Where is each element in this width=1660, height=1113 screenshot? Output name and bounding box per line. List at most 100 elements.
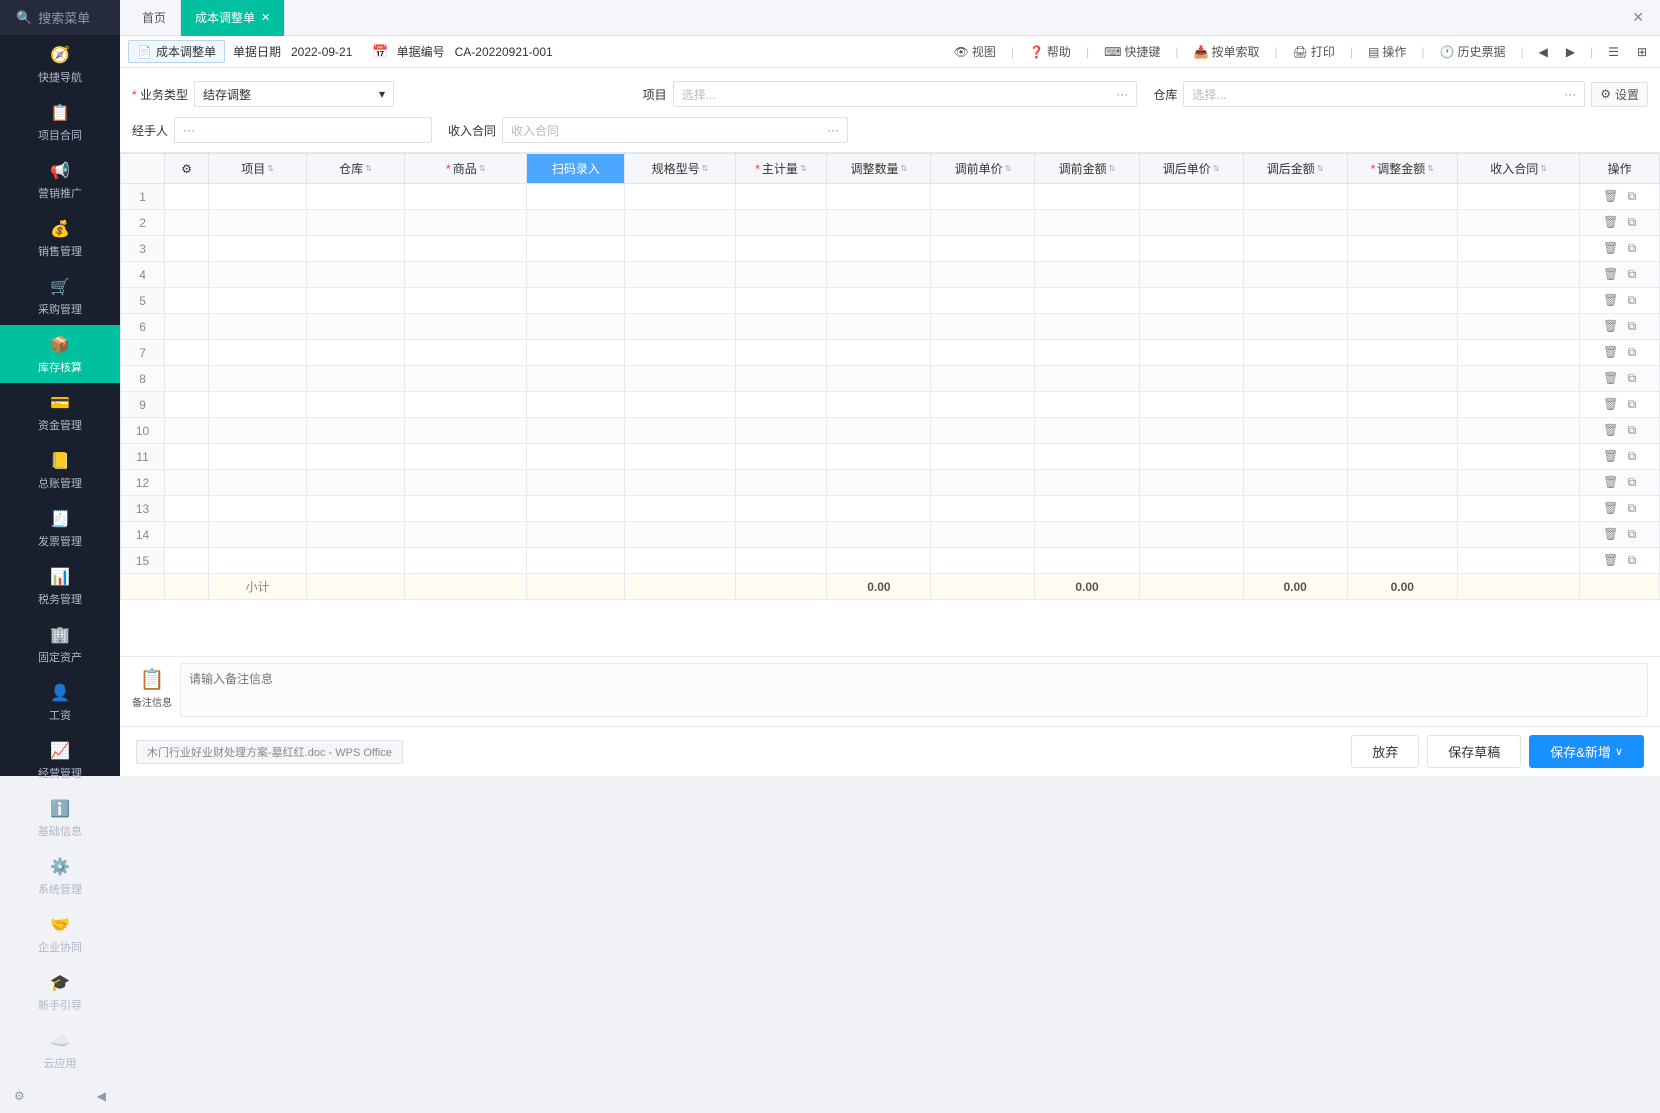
row-adjust-qty-8[interactable] — [827, 366, 931, 392]
row-copy-icon-4[interactable]: ⧉ — [1628, 267, 1637, 281]
tab-cost-adjust[interactable]: 成本调整单 ✕ — [181, 0, 285, 36]
row-prev-amount-1[interactable] — [1035, 184, 1139, 210]
row-after-amount-5[interactable] — [1243, 288, 1347, 314]
row-prev-amount-5[interactable] — [1035, 288, 1139, 314]
col-adjust-amount-header[interactable]: *调整金额 ⇅ — [1347, 154, 1457, 184]
row-spec-9[interactable] — [625, 392, 735, 418]
row-goods-15[interactable] — [405, 548, 527, 574]
sidebar-item-salary[interactable]: 👤 工资 — [0, 673, 120, 731]
row-spec-14[interactable] — [625, 522, 735, 548]
row-scan-14[interactable] — [527, 522, 625, 548]
row-adjust-amount-6[interactable] — [1347, 314, 1457, 340]
row-scan-5[interactable] — [527, 288, 625, 314]
row-after-unit-price-9[interactable] — [1139, 392, 1243, 418]
row-adjust-qty-4[interactable] — [827, 262, 931, 288]
row-scan-4[interactable] — [527, 262, 625, 288]
row-copy-icon-2[interactable]: ⧉ — [1628, 215, 1637, 229]
row-adjust-amount-3[interactable] — [1347, 236, 1457, 262]
row-adjust-qty-12[interactable] — [827, 470, 931, 496]
dots-project[interactable]: ··· — [1116, 87, 1128, 101]
row-delete-icon-12[interactable]: 🗑 — [1603, 475, 1618, 489]
row-prev-amount-10[interactable] — [1035, 418, 1139, 444]
row-adjust-qty-15[interactable] — [827, 548, 931, 574]
row-project-2[interactable] — [209, 210, 307, 236]
row-after-amount-14[interactable] — [1243, 522, 1347, 548]
row-warehouse-5[interactable] — [307, 288, 405, 314]
sidebar-item-guide[interactable]: 🎓 新手引导 — [0, 963, 120, 1021]
col-prev-unit-price-header[interactable]: 调前单价 ⇅ — [931, 154, 1035, 184]
row-goods-11[interactable] — [405, 444, 527, 470]
row-after-unit-price-8[interactable] — [1139, 366, 1243, 392]
sidebar-item-cloud[interactable]: ☁️ 云应用 — [0, 1021, 120, 1079]
row-after-amount-13[interactable] — [1243, 496, 1347, 522]
row-after-unit-price-3[interactable] — [1139, 236, 1243, 262]
row-scan-12[interactable] — [527, 470, 625, 496]
row-adjust-amount-15[interactable] — [1347, 548, 1457, 574]
row-spec-12[interactable] — [625, 470, 735, 496]
row-unit-13[interactable] — [735, 496, 827, 522]
row-spec-4[interactable] — [625, 262, 735, 288]
row-warehouse-15[interactable] — [307, 548, 405, 574]
dots-warehouse[interactable]: ··· — [1564, 87, 1576, 101]
row-warehouse-2[interactable] — [307, 210, 405, 236]
row-delete-icon-4[interactable]: 🗑 — [1603, 267, 1618, 281]
row-copy-icon-11[interactable]: ⧉ — [1628, 449, 1637, 463]
row-delete-icon-13[interactable]: 🗑 — [1603, 501, 1618, 515]
row-copy-icon-6[interactable]: ⧉ — [1628, 319, 1637, 333]
row-prev-amount-3[interactable] — [1035, 236, 1139, 262]
sidebar-item-system[interactable]: ⚙️ 系统管理 — [0, 847, 120, 905]
row-delete-icon-15[interactable]: 🗑 — [1603, 553, 1618, 567]
row-scan-10[interactable] — [527, 418, 625, 444]
row-goods-8[interactable] — [405, 366, 527, 392]
batch-button[interactable]: 📥 按单索取 — [1189, 41, 1265, 62]
row-warehouse-14[interactable] — [307, 522, 405, 548]
collapse-icon[interactable]: ◀ — [97, 1089, 106, 1103]
row-project-10[interactable] — [209, 418, 307, 444]
row-warehouse-6[interactable] — [307, 314, 405, 340]
save-draft-button[interactable]: 保存草稿 — [1427, 735, 1521, 768]
row-prev-unit-price-5[interactable] — [931, 288, 1035, 314]
row-delete-icon-3[interactable]: 🗑 — [1603, 241, 1618, 255]
row-warehouse-10[interactable] — [307, 418, 405, 444]
save-new-button[interactable]: 保存&新增 ∨ — [1529, 735, 1644, 768]
row-spec-1[interactable] — [625, 184, 735, 210]
row-prev-amount-4[interactable] — [1035, 262, 1139, 288]
col-scan-header[interactable]: 扫码录入 — [527, 154, 625, 184]
row-adjust-amount-9[interactable] — [1347, 392, 1457, 418]
row-prev-unit-price-4[interactable] — [931, 262, 1035, 288]
row-prev-amount-15[interactable] — [1035, 548, 1139, 574]
row-project-15[interactable] — [209, 548, 307, 574]
row-scan-8[interactable] — [527, 366, 625, 392]
row-prev-unit-price-2[interactable] — [931, 210, 1035, 236]
row-unit-12[interactable] — [735, 470, 827, 496]
sidebar-item-finance[interactable]: 💳 资金管理 — [0, 383, 120, 441]
row-spec-13[interactable] — [625, 496, 735, 522]
row-income-contract-4[interactable] — [1457, 262, 1579, 288]
row-warehouse-8[interactable] — [307, 366, 405, 392]
row-spec-8[interactable] — [625, 366, 735, 392]
business-type-select[interactable]: 结存调整 ▾ — [194, 81, 394, 107]
row-goods-5[interactable] — [405, 288, 527, 314]
row-income-contract-5[interactable] — [1457, 288, 1579, 314]
sidebar-item-tax[interactable]: 📊 税务管理 — [0, 557, 120, 615]
view-button[interactable]: 👁 视图 — [949, 41, 1001, 62]
tab-close-icon[interactable]: ✕ — [261, 11, 270, 24]
row-copy-icon-1[interactable]: ⧉ — [1628, 189, 1637, 203]
row-adjust-amount-7[interactable] — [1347, 340, 1457, 366]
row-adjust-qty-9[interactable] — [827, 392, 931, 418]
sidebar-item-basic-info[interactable]: ℹ️ 基础信息 — [0, 789, 120, 847]
row-delete-icon-5[interactable]: 🗑 — [1603, 293, 1618, 307]
row-copy-icon-3[interactable]: ⧉ — [1628, 241, 1637, 255]
income-contract-select[interactable]: 收入合同 ··· — [502, 117, 848, 143]
row-prev-amount-11[interactable] — [1035, 444, 1139, 470]
handler-dots[interactable]: ··· — [183, 123, 195, 137]
row-after-unit-price-11[interactable] — [1139, 444, 1243, 470]
row-income-contract-14[interactable] — [1457, 522, 1579, 548]
shortcut-button[interactable]: ⌨ 快捷键 — [1099, 41, 1165, 62]
row-project-11[interactable] — [209, 444, 307, 470]
row-prev-amount-8[interactable] — [1035, 366, 1139, 392]
row-prev-unit-price-10[interactable] — [931, 418, 1035, 444]
row-after-unit-price-14[interactable] — [1139, 522, 1243, 548]
row-goods-1[interactable] — [405, 184, 527, 210]
row-copy-icon-10[interactable]: ⧉ — [1628, 423, 1637, 437]
